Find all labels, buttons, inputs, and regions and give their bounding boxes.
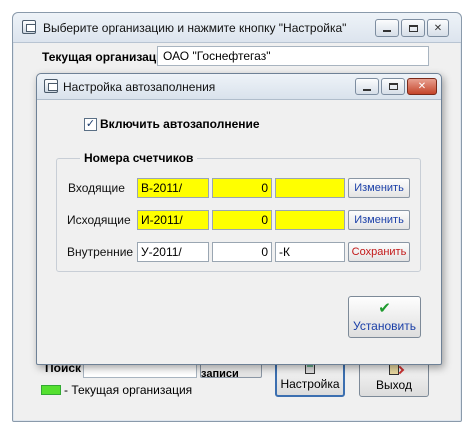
outgoing-suffix-field[interactable]	[275, 210, 345, 230]
dialog-maximize-button[interactable]	[381, 78, 405, 95]
incoming-edit-button[interactable]: Изменить	[348, 178, 410, 198]
checkmark-icon: ✔	[378, 300, 391, 317]
current-org-label: Текущая организация	[42, 50, 171, 64]
minimize-icon	[363, 88, 371, 91]
minimize-icon	[383, 30, 391, 32]
install-button[interactable]: ✔ Установить	[348, 296, 421, 338]
close-icon: ✕	[433, 22, 443, 34]
install-button-label: Установить	[353, 319, 416, 333]
main-window-title: Выберите организацию и нажмите кнопку "Н…	[43, 21, 347, 35]
minimize-button[interactable]	[375, 19, 399, 37]
maximize-button[interactable]	[401, 19, 425, 37]
incoming-number-field[interactable]: 0	[212, 178, 272, 198]
app-window-icon	[22, 20, 36, 34]
dialog-close-button[interactable]: ✕	[407, 78, 437, 95]
exit-button-label: Выход	[376, 378, 412, 392]
internal-number-field[interactable]: 0	[212, 242, 272, 262]
enable-autofill-checkbox[interactable]: ✓	[84, 118, 97, 131]
enable-autofill-label: Включить автозаполнение	[100, 117, 260, 131]
counters-group-title: Номера счетчиков	[80, 151, 198, 165]
incoming-label: Входящие	[68, 181, 125, 195]
legend-text: - Текущая организация	[64, 383, 193, 397]
dialog-title: Настройка автозаполнения	[63, 80, 216, 94]
outgoing-edit-button[interactable]: Изменить	[348, 210, 410, 230]
settings-button-label: Настройка	[280, 377, 340, 391]
dialog-window-icon	[44, 79, 58, 93]
outgoing-number-field[interactable]: 0	[212, 210, 272, 230]
legend-color-swatch	[41, 385, 61, 395]
close-icon: ✕	[417, 81, 427, 92]
dialog-titlebar: Настройка автозаполнения ✕	[37, 74, 441, 100]
main-window-titlebar: Выберите организацию и нажмите кнопку "Н…	[13, 13, 461, 43]
outgoing-prefix-field[interactable]: И-2011/	[137, 210, 209, 230]
maximize-icon	[408, 24, 418, 32]
maximize-icon	[388, 83, 398, 90]
internal-save-button[interactable]: Сохранить	[348, 242, 410, 262]
internal-suffix-field[interactable]: -К	[275, 242, 345, 262]
internal-prefix-field[interactable]: У-2011/	[137, 242, 209, 262]
close-button[interactable]: ✕	[427, 19, 449, 37]
internal-label: Внутренние	[67, 245, 134, 259]
incoming-suffix-field[interactable]	[275, 178, 345, 198]
current-org-field[interactable]: ОАО "Госнефтегаз"	[157, 46, 429, 66]
outgoing-label: Исходящие	[67, 213, 131, 227]
dialog-minimize-button[interactable]	[355, 78, 379, 95]
incoming-prefix-field[interactable]: В-2011/	[137, 178, 209, 198]
